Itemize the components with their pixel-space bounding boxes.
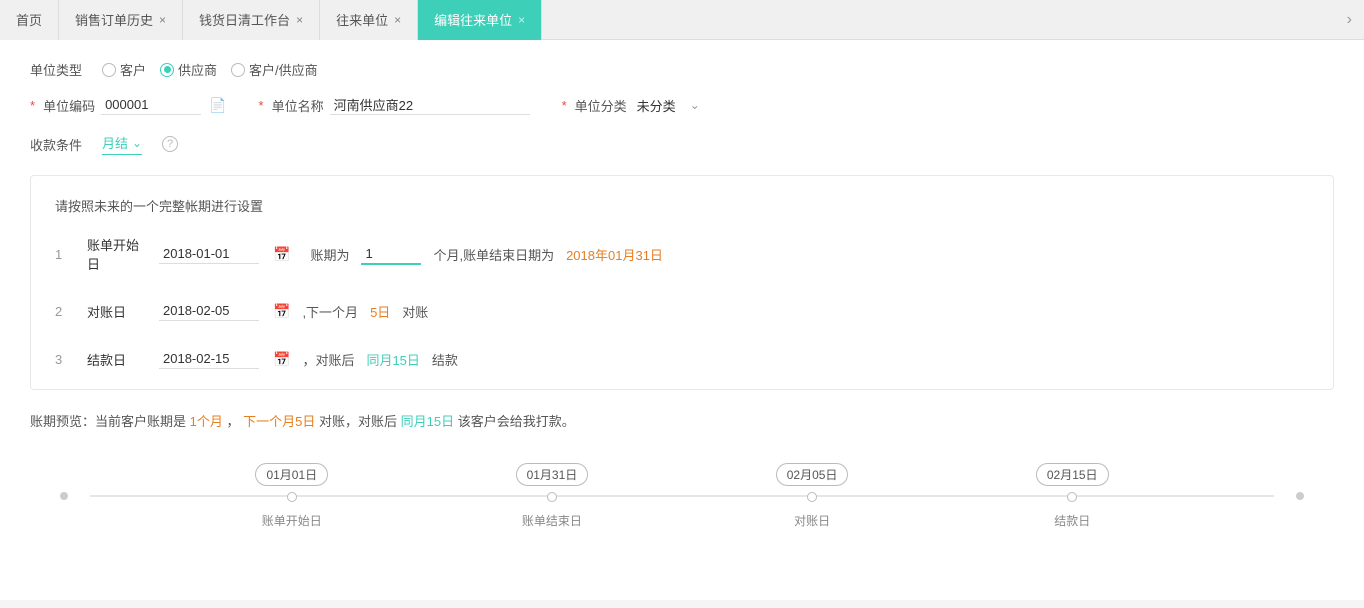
timeline-date-2: 01月31日 [516,463,589,486]
unit-category-label: 单位分类 [575,96,627,115]
timeline-circle-2 [547,492,557,502]
timeline-point-2: 01月31日 账单结束日 [516,463,589,529]
unit-code-input[interactable] [101,95,201,115]
reconcile-date-input[interactable] [159,301,259,321]
close-tab-partner[interactable]: × [394,13,401,27]
unit-name-label: 单位名称 [272,96,324,115]
payment-pre: ，对账后 [302,350,354,369]
row-num-1: 1 [55,247,75,262]
timeline: 01月01日 账单开始日 01月31日 账单结束日 02月05日 对账日 02月… [30,453,1334,539]
timeline-sublabel-4: 结款日 [1054,512,1090,529]
unit-type-radio-group: 客户 供应商 客户/供应商 [102,60,318,79]
timeline-date-3: 02月05日 [776,463,849,486]
timeline-point-3: 02月05日 对账日 [776,463,849,529]
unit-category-value: 未分类 [637,96,676,115]
setting-row-1: 1 账单开始日 📅 账期为 个月,账单结束日期为 2018年01月31日 [55,235,1309,273]
preview-part3: 同月15日 [401,414,454,429]
start-date-cal-icon[interactable]: 📅 [273,246,290,263]
timeline-date-1: 01月01日 [255,463,328,486]
radio-supplier[interactable]: 供应商 [160,60,217,79]
radio-customer[interactable]: 客户 [102,60,146,79]
tab-bar: 首页 销售订单历史 × 钱货日清工作台 × 往来单位 × 编辑往来单位 × › [0,0,1364,40]
preview-part2: 下一个月5日 [243,414,315,429]
period-settings-box: 请按照未来的一个完整帐期进行设置 1 账单开始日 📅 账期为 个月,账单结束日期… [30,175,1334,390]
row-label-2: 对账日 [87,302,147,321]
start-date-input[interactable] [159,244,259,264]
payment-date-input[interactable] [159,349,259,369]
tab-home[interactable]: 首页 [0,0,59,40]
timeline-circle-4 [1067,492,1077,502]
unit-code-label: 单位编码 [43,96,95,115]
radio-circle-supplier [160,63,174,77]
setting-row-2: 2 对账日 📅 ,下一个月 5日 对账 [55,301,1309,321]
close-tab-cash-work[interactable]: × [296,13,303,27]
radio-inner-supplier [164,66,171,73]
reconcile-day-highlight: 5日 [370,302,390,321]
main-content: 单位类型 客户 供应商 客户/供应商 * 单位编码 📄 [0,40,1364,600]
timeline-end-dot [1296,492,1304,500]
reconcile-pre: ,下一个月 [302,302,358,321]
payment-condition-select[interactable]: 月结 ⌄ [102,133,142,155]
section-description: 请按照未来的一个完整帐期进行设置 [55,196,1309,215]
setting-row-3: 3 结款日 📅 ，对账后 同月15日 结款 [55,349,1309,369]
timeline-date-4: 02月15日 [1036,463,1109,486]
timeline-sublabel-3: 对账日 [794,512,830,529]
timeline-sublabel-1: 账单开始日 [262,512,322,529]
preview-sep1: ， [227,414,240,429]
reconcile-post: 对账 [402,302,428,321]
preview-section: 账期预览：当前客户账期是 1个月 ， 下一个月5日 对账，对账后 同月15日 该… [30,410,1334,433]
timeline-point-4: 02月15日 结款日 [1036,463,1109,529]
payment-date-cal-icon[interactable]: 📅 [273,351,290,368]
preview-suffix: 该客户会给我打款。 [458,414,575,429]
period-label: 账期为 [310,245,349,264]
close-tab-sales-history[interactable]: × [159,13,166,27]
radio-circle-customer [102,63,116,77]
tab-edit-partner[interactable]: 编辑往来单位 × [418,0,542,40]
payment-post: 结款 [432,350,458,369]
payment-condition-value: 月结 [102,133,128,152]
tab-more-button[interactable]: › [1335,11,1364,29]
unit-info-row: * 单位编码 📄 * 单位名称 * 单位分类 未分类 ⌄ [30,95,1334,115]
row-num-3: 3 [55,352,75,367]
close-tab-edit-partner[interactable]: × [518,13,525,27]
radio-circle-both [231,63,245,77]
payment-help-icon[interactable]: ? [162,136,178,152]
row-label-1: 账单开始日 [87,235,147,273]
payment-condition-row: 收款条件 月结 ⌄ ? [30,133,1334,155]
tab-sales-history[interactable]: 销售订单历史 × [59,0,183,40]
radio-both[interactable]: 客户/供应商 [231,60,318,79]
timeline-start-dot [60,492,68,500]
timeline-sublabel-2: 账单结束日 [522,512,582,529]
tab-cash-work[interactable]: 钱货日清工作台 × [183,0,320,40]
preview-label: 账期预览：当前客户账期是 [30,414,186,429]
unit-type-label: 单位类型 [30,60,82,79]
timeline-point-1: 01月01日 账单开始日 [255,463,328,529]
unit-name-input[interactable] [330,95,530,115]
reconcile-date-cal-icon[interactable]: 📅 [273,303,290,320]
unit-category-dropdown-arrow[interactable]: ⌄ [690,98,700,112]
timeline-items: 01月01日 账单开始日 01月31日 账单结束日 02月05日 对账日 02月… [60,463,1304,529]
payment-condition-label: 收款条件 [30,135,82,154]
period-value-input[interactable] [361,244,421,265]
unit-name-group: * 单位名称 [259,95,530,115]
unit-category-group: * 单位分类 未分类 ⌄ [562,96,700,115]
row-num-2: 2 [55,304,75,319]
period-end-date: 2018年01月31日 [566,245,663,264]
period-unit: 个月,账单结束日期为 [433,245,554,264]
payment-condition-arrow: ⌄ [132,136,142,150]
timeline-circle-3 [807,492,817,502]
preview-sep2: 对账，对账后 [319,414,397,429]
preview-part1: 1个月 [190,414,223,429]
tab-partner[interactable]: 往来单位 × [320,0,418,40]
payment-day-highlight: 同月15日 [366,350,419,369]
unit-code-group: * 单位编码 📄 [30,95,227,115]
row-label-3: 结款日 [87,350,147,369]
unit-type-row: 单位类型 客户 供应商 客户/供应商 [30,60,1334,79]
unit-code-icon[interactable]: 📄 [209,97,226,114]
timeline-circle-1 [287,492,297,502]
